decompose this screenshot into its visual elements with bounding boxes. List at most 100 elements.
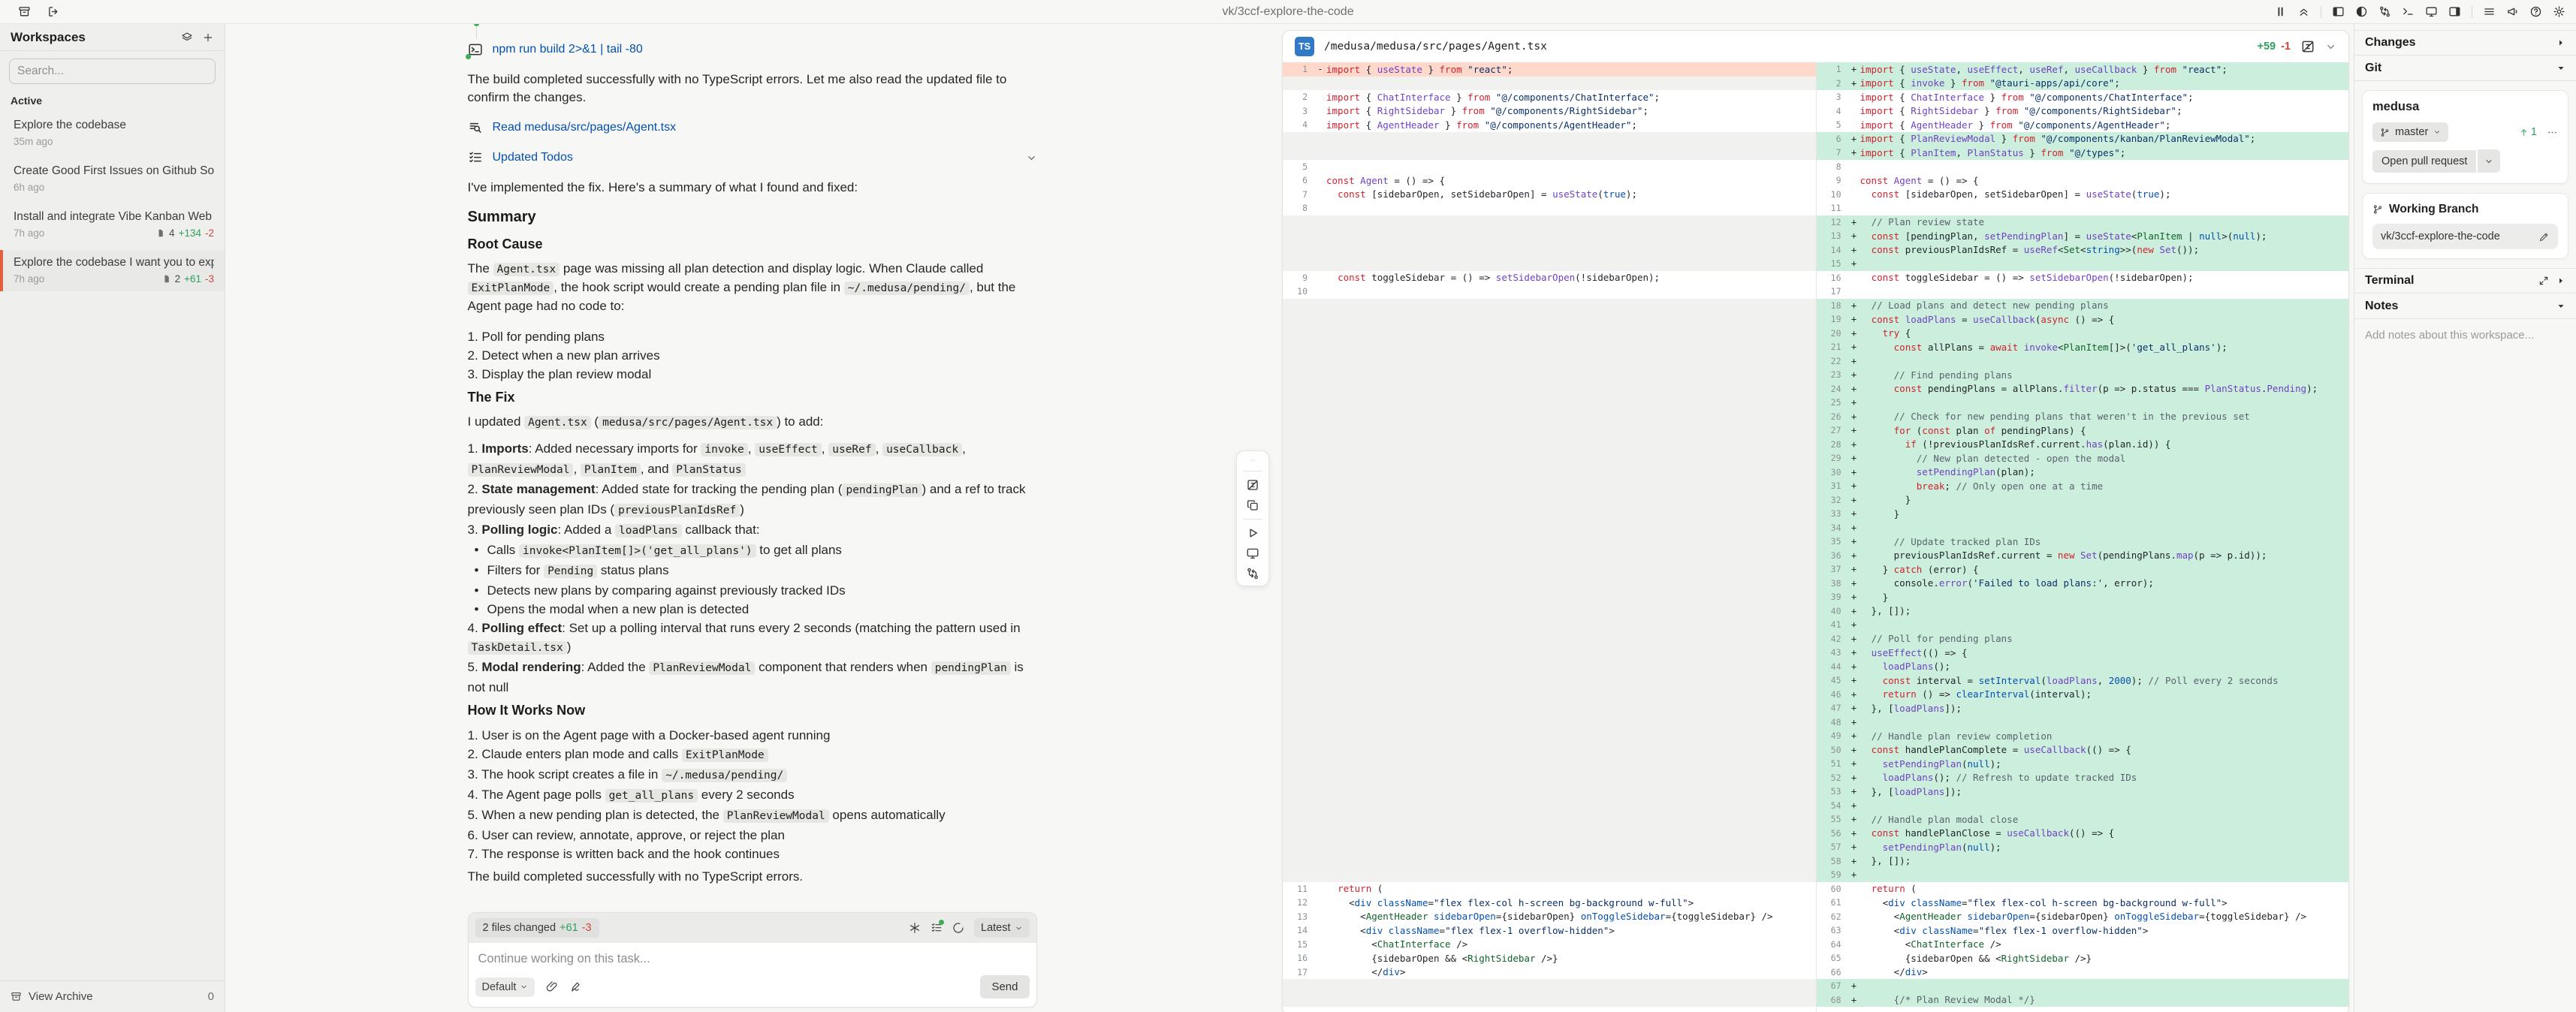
terminal-section-header[interactable]: Terminal	[2354, 268, 2576, 294]
workspace-item[interactable]: Install and integrate Vibe Kanban Web ( …	[0, 204, 225, 245]
help-icon[interactable]	[2529, 5, 2542, 18]
layers-icon[interactable]	[181, 32, 193, 44]
chevron-down-icon[interactable]	[2325, 41, 2336, 53]
diff-row: 68+ {/* Plan Review Modal */}	[1817, 993, 2349, 1007]
notes-section-header[interactable]: Notes	[2354, 294, 2576, 319]
paperclip-icon[interactable]	[546, 980, 559, 993]
panel-left-icon[interactable]	[2332, 5, 2345, 18]
workspace-item[interactable]: Explore the codebase I want you to exp 7…	[0, 250, 225, 291]
code-line: }, []);	[1860, 605, 1911, 616]
git-compare-icon[interactable]	[1246, 567, 1259, 580]
git-section-header[interactable]: Git	[2354, 56, 2576, 81]
megaphone-icon[interactable]	[2506, 5, 2519, 18]
branch-dropdown[interactable]: master	[2372, 122, 2448, 142]
code-line: if (!previousPlanIdsRef.current.has(plan…	[1860, 438, 2171, 450]
tool-call-row[interactable]: npm run build 2>&1 | tail -80	[468, 41, 1037, 59]
model-dropdown[interactable]: Default	[475, 977, 535, 997]
code-line: const loadPlans = useCallback(async () =…	[1860, 314, 2115, 325]
line-number: 57	[1817, 842, 1848, 852]
more-options-icon[interactable]	[2547, 127, 2558, 138]
pen-icon[interactable]	[570, 980, 583, 993]
whitespace-icon[interactable]	[2300, 39, 2315, 54]
diff-row: 28+ if (!previousPlanIdsRef.current.has(…	[1817, 438, 2349, 452]
tool-call-row[interactable]: Updated Todos	[468, 149, 1037, 167]
files-changed-chip[interactable]: 2 files changed +61 -3	[475, 918, 599, 938]
spark-icon[interactable]	[909, 922, 921, 934]
terminal-icon[interactable]	[2402, 5, 2415, 18]
diff-row: 2+import { invoke } from "@tauri-apps/ap…	[1817, 77, 2349, 91]
line-number: 22	[1817, 356, 1848, 366]
workspace-item[interactable]: Create Good First Issues on Github So p …	[0, 158, 225, 200]
chevron-down-icon[interactable]	[1026, 152, 1037, 164]
pull-request-dropdown[interactable]	[2478, 149, 2500, 173]
diff-sign: +	[1848, 300, 1860, 311]
diff-sign: +	[1848, 856, 1860, 866]
tool-call-label: npm run build 2>&1 | tail -80	[493, 43, 643, 56]
open-pull-request-button[interactable]: Open pull request	[2372, 150, 2476, 173]
panel-right-icon[interactable]	[2448, 5, 2461, 18]
workspace-item[interactable]: Explore the codebase 35m ago	[0, 113, 225, 154]
version-dropdown[interactable]: Latest	[974, 918, 1030, 938]
expand-icon[interactable]	[2538, 276, 2549, 286]
code-line: const previousPlanIdsRef = useRef<Set<st…	[1860, 244, 2200, 255]
inline-code: invoke<PlanItem[]>('get_all_plans')	[519, 544, 756, 558]
diff-row: 11	[1817, 201, 2349, 215]
line-number: 68	[1817, 995, 1848, 1005]
workspaces-sidebar: Workspaces Active Explore the codebase 3…	[0, 24, 225, 1012]
git-compare-icon[interactable]	[2378, 5, 2391, 18]
diff-sign: +	[1848, 230, 1860, 241]
contrast-icon[interactable]	[2355, 5, 2368, 18]
line-number: 6	[1817, 134, 1848, 144]
diff-row: 37+ } catch (error) {	[1817, 562, 2349, 577]
message-input[interactable]	[478, 952, 1027, 966]
changes-section-header[interactable]: Changes	[2354, 30, 2576, 56]
todos-status-icon[interactable]	[931, 922, 943, 934]
whitespace-icon[interactable]	[1246, 478, 1259, 492]
diff-sign: +	[1848, 564, 1860, 574]
copy-icon[interactable]	[1246, 498, 1259, 512]
play-icon[interactable]	[1246, 526, 1259, 540]
diff-row	[1283, 132, 1816, 146]
monitor-icon[interactable]	[2425, 5, 2438, 18]
drag-handle-icon[interactable]	[1244, 456, 1261, 464]
code-line: import { AgentHeader } from "@/component…	[1860, 119, 2171, 131]
diff-row: 16 {sidebarOpen && <RightSidebar />}	[1283, 951, 1816, 965]
pause-icon[interactable]	[2274, 5, 2287, 18]
code-line: const [sidebarOpen, setSidebarOpen] = us…	[1326, 188, 1637, 200]
monitor-icon[interactable]	[1246, 547, 1259, 560]
diff-row	[1283, 77, 1816, 91]
working-branch-field[interactable]: vk/3ccf-explore-the-code	[2372, 224, 2558, 249]
chevron-down-icon	[520, 983, 528, 991]
diff-sign: +	[1848, 647, 1860, 658]
diff-row: 7 const [sidebarOpen, setSidebarOpen] = …	[1283, 188, 1816, 202]
code-line: {sidebarOpen && <RightSidebar />}	[1326, 953, 1558, 964]
inline-code: pendingPlan	[931, 661, 1011, 675]
file-icon	[156, 228, 165, 238]
diff-sign: +	[1848, 397, 1860, 408]
code-line: import { invoke } from "@tauri-apps/api/…	[1860, 77, 2120, 89]
tool-call-label: Read medusa/src/pages/Agent.tsx	[493, 121, 677, 134]
diff-sign: +	[1848, 995, 1860, 1005]
diff-row: 12+ // Plan review state	[1817, 215, 2349, 230]
notes-placeholder[interactable]: Add notes about this workspace...	[2354, 319, 2576, 351]
list-item: 3. Display the plan review modal	[468, 365, 1037, 384]
search-input[interactable]	[17, 65, 207, 78]
view-archive-button[interactable]: View Archive 0	[0, 980, 225, 1012]
diff-row	[1283, 215, 1816, 230]
pencil-icon[interactable]	[2538, 231, 2550, 242]
archive-icon[interactable]	[18, 5, 31, 18]
tool-call-row[interactable]: Read medusa/src/pages/Agent.tsx	[468, 119, 1037, 137]
plus-icon[interactable]	[202, 32, 214, 44]
diff-row	[1283, 618, 1816, 632]
workspace-search[interactable]	[9, 59, 216, 84]
diff-row	[1283, 368, 1816, 382]
window-title: vk/3ccf-explore-the-code	[1222, 5, 1353, 19]
menu-icon[interactable]	[2483, 5, 2496, 18]
sign-out-icon[interactable]	[47, 5, 60, 18]
chevrons-up-icon[interactable]	[2297, 5, 2310, 18]
send-button[interactable]: Send	[980, 975, 1029, 998]
gear-icon[interactable]	[2553, 5, 2565, 18]
composer-status-bar: 2 files changed +61 -3 Latest	[469, 913, 1036, 943]
diff-sign: +	[1848, 758, 1860, 769]
diff-sign: +	[1848, 480, 1860, 491]
